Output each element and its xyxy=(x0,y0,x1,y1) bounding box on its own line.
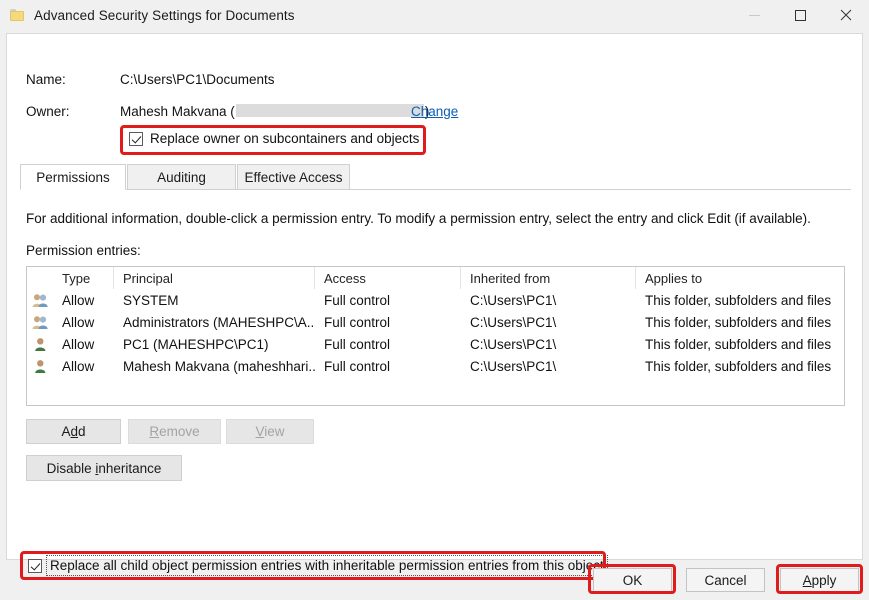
table-row[interactable]: AllowSYSTEMFull controlC:\Users\PC1\This… xyxy=(27,289,844,311)
column-header-access[interactable]: Access xyxy=(315,267,461,289)
table-header-row: Type Principal Access Inherited from App… xyxy=(27,267,844,289)
tab-effective-access[interactable]: Effective Access xyxy=(237,164,350,190)
info-text: For additional information, double-click… xyxy=(26,211,811,226)
name-label: Name: xyxy=(26,72,66,87)
cell-applies-to: This folder, subfolders and files xyxy=(636,355,844,377)
table-row[interactable]: AllowPC1 (MAHESHPC\PC1)Full controlC:\Us… xyxy=(27,333,844,355)
apply-button-label: Apply xyxy=(803,573,837,588)
add-button[interactable]: Add xyxy=(26,419,121,444)
cell-applies-to: This folder, subfolders and files xyxy=(636,289,844,311)
disable-inheritance-button[interactable]: Disable inheritance xyxy=(26,455,182,481)
replace-owner-checkbox-row[interactable]: Replace owner on subcontainers and objec… xyxy=(129,131,419,146)
ok-button[interactable]: OK xyxy=(593,568,672,592)
remove-button-label: Remove xyxy=(149,424,199,439)
user-icon xyxy=(27,333,53,355)
add-button-label: Add xyxy=(61,424,85,439)
cell-principal: Administrators (MAHESHPC\A... xyxy=(114,311,315,333)
cancel-button-label: Cancel xyxy=(704,573,746,588)
window-controls xyxy=(731,0,869,30)
change-link-accel: C xyxy=(411,104,421,119)
close-button[interactable] xyxy=(823,0,869,30)
owner-name: Mahesh Makvana ( xyxy=(120,104,235,119)
replace-all-checkbox[interactable] xyxy=(28,559,42,573)
disable-inheritance-label: Disable inheritance xyxy=(47,461,162,476)
cell-access: Full control xyxy=(315,333,461,355)
dialog-window: Advanced Security Settings for Documents… xyxy=(0,0,869,600)
minimize-button[interactable] xyxy=(731,0,777,30)
cell-type: Allow xyxy=(53,333,114,355)
replace-all-checkbox-row[interactable]: Replace all child object permission entr… xyxy=(28,558,605,573)
tab-auditing-label: Auditing xyxy=(157,170,206,185)
replace-owner-checkbox[interactable] xyxy=(129,132,143,146)
owner-label: Owner: xyxy=(26,104,70,119)
tab-strip: Permissions Auditing Effective Access xyxy=(20,164,851,190)
table-row[interactable]: AllowAdministrators (MAHESHPC\A...Full c… xyxy=(27,311,844,333)
tab-auditing[interactable]: Auditing xyxy=(127,164,236,190)
cell-inherited-from: C:\Users\PC1\ xyxy=(461,355,636,377)
user-icon xyxy=(27,355,53,377)
replace-owner-label: Replace owner on subcontainers and objec… xyxy=(150,131,419,146)
cell-inherited-from: C:\Users\PC1\ xyxy=(461,311,636,333)
cell-applies-to: This folder, subfolders and files xyxy=(636,333,844,355)
cell-access: Full control xyxy=(315,289,461,311)
cell-applies-to: This folder, subfolders and files xyxy=(636,311,844,333)
column-header-inherited-from[interactable]: Inherited from xyxy=(461,267,636,289)
tab-permissions[interactable]: Permissions xyxy=(20,164,126,190)
view-button: View xyxy=(226,419,314,444)
folder-icon xyxy=(10,9,24,21)
change-owner-link[interactable]: Change xyxy=(411,104,458,119)
group-icon xyxy=(27,289,53,311)
table-body: AllowSYSTEMFull controlC:\Users\PC1\This… xyxy=(27,289,844,377)
ok-button-label: OK xyxy=(623,573,643,588)
group-icon xyxy=(27,311,53,333)
cell-type: Allow xyxy=(53,289,114,311)
column-header-applies-to[interactable]: Applies to xyxy=(636,267,844,289)
tab-effective-access-label: Effective Access xyxy=(244,170,342,185)
owner-redacted-bar xyxy=(236,104,424,117)
owner-value: Mahesh Makvana () xyxy=(120,104,429,119)
cell-inherited-from: C:\Users\PC1\ xyxy=(461,333,636,355)
cell-access: Full control xyxy=(315,311,461,333)
cell-type: Allow xyxy=(53,355,114,377)
view-button-label: View xyxy=(255,424,284,439)
cell-principal: SYSTEM xyxy=(114,289,315,311)
column-header-principal[interactable]: Principal xyxy=(114,267,315,289)
apply-button[interactable]: Apply xyxy=(780,568,859,592)
cell-inherited-from: C:\Users\PC1\ xyxy=(461,289,636,311)
cell-principal: Mahesh Makvana (maheshhari... xyxy=(114,355,315,377)
permission-entries-list[interactable]: Type Principal Access Inherited from App… xyxy=(26,266,845,406)
change-link-rest: hange xyxy=(421,104,459,119)
tab-permissions-label: Permissions xyxy=(36,170,110,185)
cancel-button[interactable]: Cancel xyxy=(686,568,765,592)
table-row[interactable]: AllowMahesh Makvana (maheshhari...Full c… xyxy=(27,355,844,377)
cell-type: Allow xyxy=(53,311,114,333)
permission-entries-label: Permission entries: xyxy=(26,243,141,258)
column-header-type[interactable]: Type xyxy=(53,267,114,289)
cell-access: Full control xyxy=(315,355,461,377)
replace-all-label: Replace all child object permission entr… xyxy=(49,558,605,573)
title-bar: Advanced Security Settings for Documents xyxy=(0,0,869,30)
dialog-panel: Name: C:\Users\PC1\Documents Owner: Mahe… xyxy=(6,33,863,560)
name-value: C:\Users\PC1\Documents xyxy=(120,72,275,87)
cell-principal: PC1 (MAHESHPC\PC1) xyxy=(114,333,315,355)
window-title: Advanced Security Settings for Documents xyxy=(34,8,295,23)
column-header-icon xyxy=(27,267,53,289)
maximize-button[interactable] xyxy=(777,0,823,30)
remove-button: Remove xyxy=(128,419,221,444)
